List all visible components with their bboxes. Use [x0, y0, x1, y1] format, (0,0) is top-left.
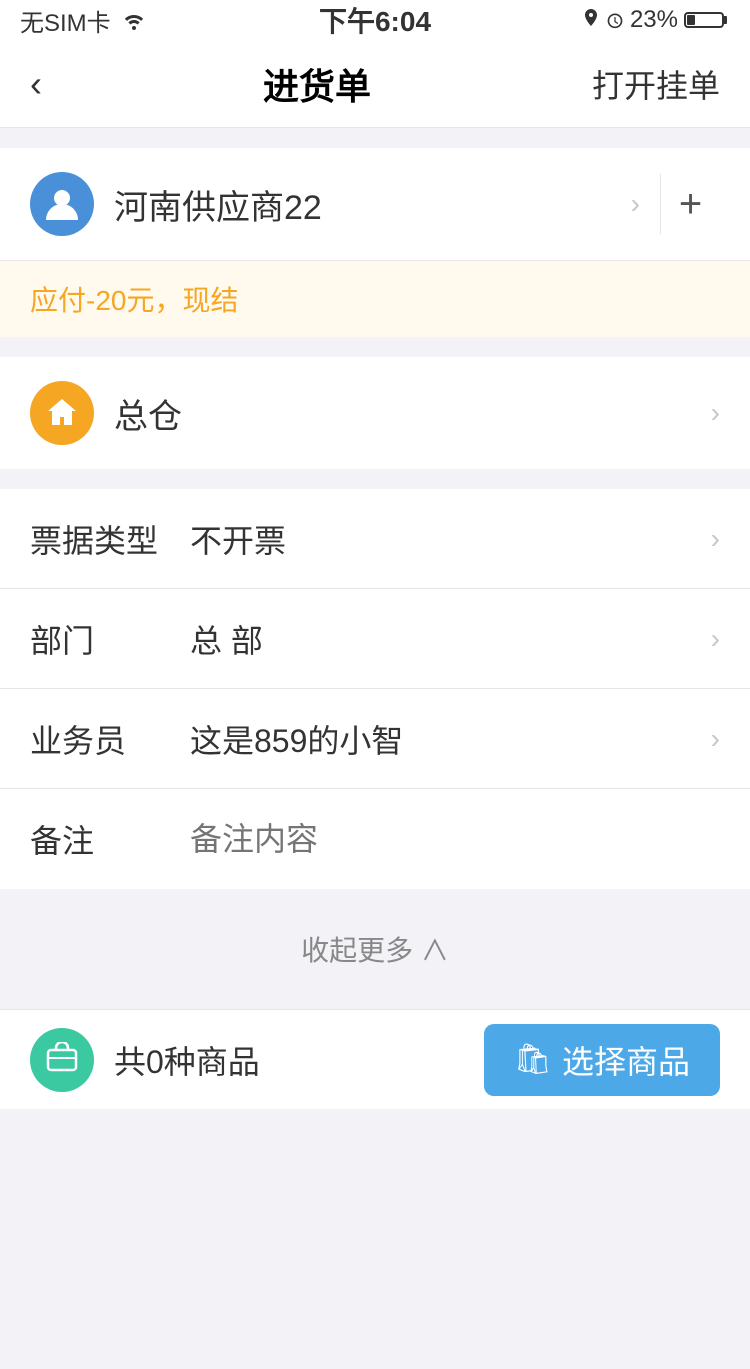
- select-product-label: 选择商品: [562, 1037, 690, 1083]
- nav-bar: ‹ 进货单 打开挂单: [0, 40, 750, 128]
- sales-row[interactable]: 业务员 这是859的小智 ›: [0, 689, 750, 789]
- location-icon: [582, 9, 600, 31]
- status-right: 23%: [582, 6, 730, 34]
- wifi-icon: [119, 9, 149, 31]
- supplier-avatar: [30, 172, 94, 236]
- section-gap-1: [0, 128, 750, 148]
- remark-row[interactable]: 备注: [0, 789, 750, 889]
- home-icon: [44, 395, 80, 431]
- remark-input[interactable]: [170, 821, 720, 858]
- warehouse-name: 总仓: [114, 389, 711, 438]
- supplier-name[interactable]: 河南供应商22: [114, 180, 631, 229]
- dept-chevron: ›: [711, 623, 720, 655]
- alarm-icon: [606, 9, 624, 31]
- ticket-type-row[interactable]: 票据类型 不开票 ›: [0, 489, 750, 589]
- product-count: 共0种商品: [114, 1037, 484, 1083]
- select-cart-icon: 🛍: [514, 1042, 552, 1077]
- cart-icon: [44, 1042, 80, 1078]
- page-title: 进货单: [263, 58, 371, 110]
- bottom-bar: 共0种商品 🛍 选择商品: [0, 1009, 750, 1109]
- open-pending-button[interactable]: 打开挂单: [592, 61, 720, 107]
- user-icon: [42, 184, 82, 224]
- supplier-chevron: ›: [631, 188, 640, 220]
- sales-value: 这是859的小智: [170, 716, 711, 762]
- collapse-row[interactable]: 收起更多 ∧: [0, 909, 750, 989]
- add-supplier-button[interactable]: +: [660, 174, 720, 234]
- status-bar: 无SIM卡 下午6:04 23%: [0, 0, 750, 40]
- ticket-chevron: ›: [711, 523, 720, 555]
- product-icon: [30, 1028, 94, 1092]
- ticket-label: 票据类型: [30, 516, 170, 562]
- dept-row[interactable]: 部门 总 部 ›: [0, 589, 750, 689]
- warehouse-chevron: ›: [711, 397, 720, 429]
- sales-label: 业务员: [30, 716, 170, 762]
- supplier-section: 河南供应商22 › +: [0, 148, 750, 261]
- select-product-button[interactable]: 🛍 选择商品: [484, 1024, 720, 1096]
- sales-chevron: ›: [711, 723, 720, 755]
- ticket-value: 不开票: [170, 516, 711, 562]
- warehouse-section[interactable]: 总仓 ›: [0, 357, 750, 469]
- warehouse-icon: [30, 381, 94, 445]
- back-button[interactable]: ‹: [30, 63, 42, 105]
- status-time: 下午6:04: [319, 0, 431, 40]
- page-footer: [0, 1109, 750, 1369]
- remark-label: 备注: [30, 816, 170, 862]
- battery-icon: [684, 9, 730, 31]
- notice-banner: 应付-20元，现结: [0, 261, 750, 337]
- dept-label: 部门: [30, 616, 170, 662]
- collapse-label: 收起更多 ∧: [301, 929, 449, 969]
- status-carrier: 无SIM卡: [20, 3, 149, 38]
- section-gap-2: [0, 337, 750, 357]
- form-section: 票据类型 不开票 › 部门 总 部 › 业务员 这是859的小智 › 备注: [0, 489, 750, 889]
- dept-value: 总 部: [170, 616, 711, 662]
